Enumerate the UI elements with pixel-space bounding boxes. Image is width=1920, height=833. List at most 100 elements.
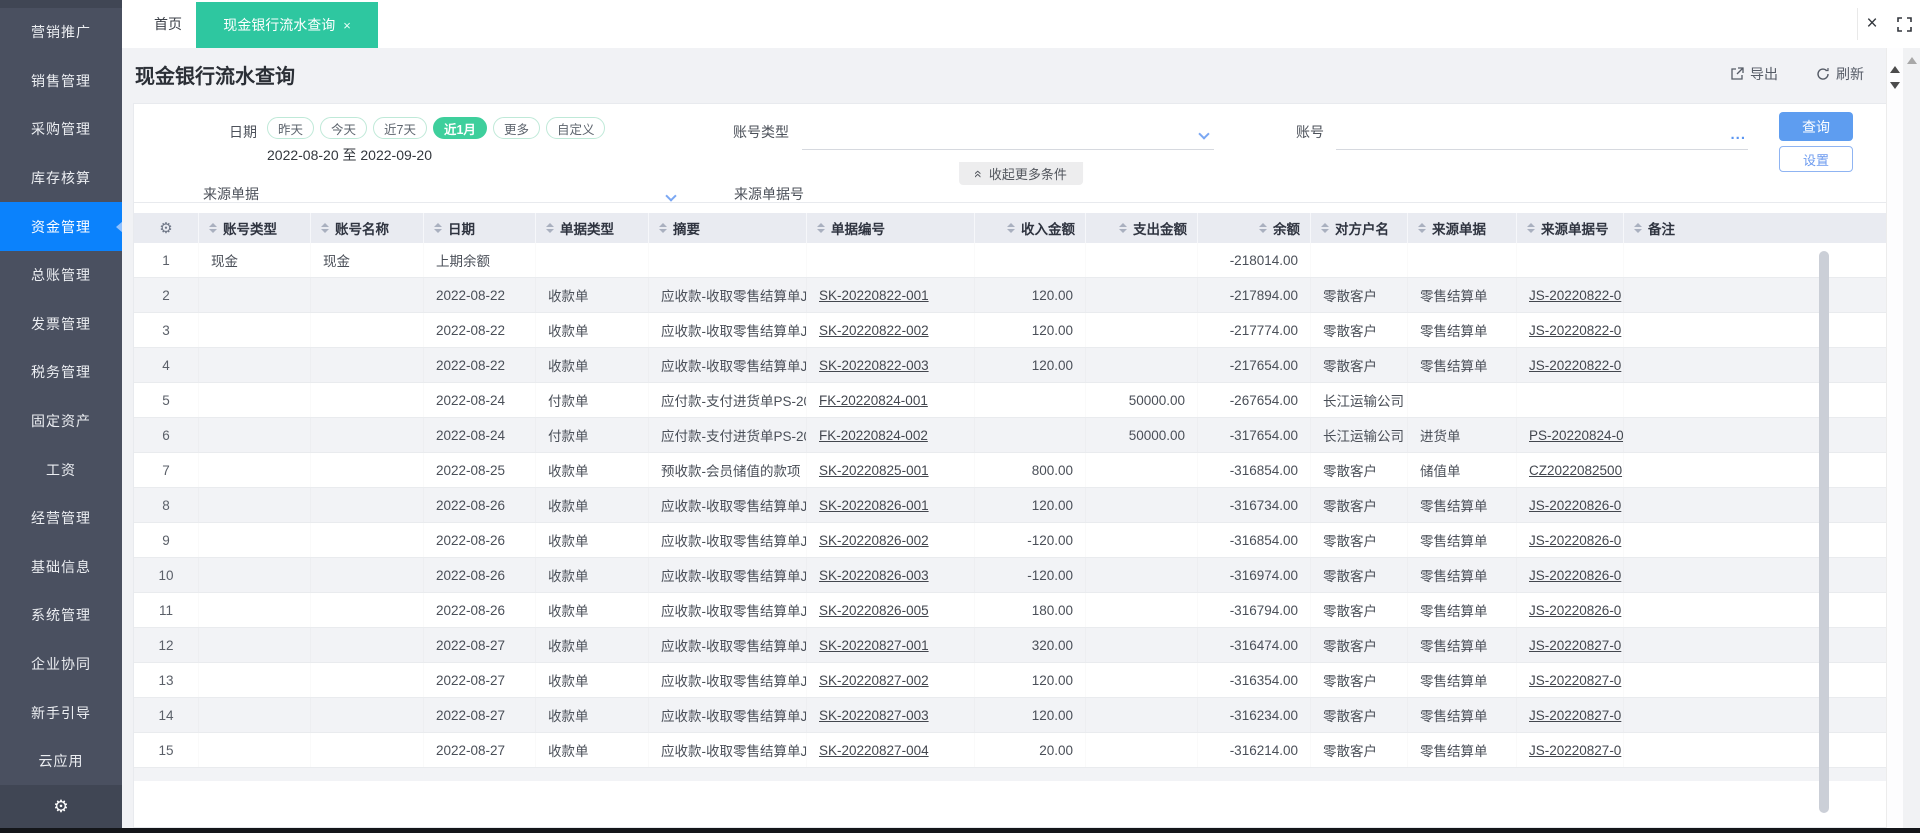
source-doc-no-link[interactable]: JS-20220826-0 — [1529, 603, 1621, 618]
date-filter-pill[interactable]: 昨天 — [267, 117, 315, 139]
sort-arrows-icon[interactable] — [434, 223, 442, 233]
column-header-source-doc[interactable]: 来源单据 — [1408, 213, 1517, 243]
source-doc-no-link[interactable]: PS-20220824-0 — [1529, 428, 1623, 443]
column-header-balance[interactable]: 余额 — [1198, 213, 1311, 243]
date-filter-pill[interactable]: 更多 — [492, 117, 540, 139]
source-doc-no-link[interactable]: JS-20220826-0 — [1529, 533, 1621, 548]
column-header-account-name[interactable]: 账号名称 — [311, 213, 424, 243]
sidebar-item-15[interactable]: 云应用 — [0, 737, 122, 785]
settings-button[interactable]: 设置 — [1779, 146, 1853, 172]
sidebar-item-9[interactable]: 工资 — [0, 445, 122, 494]
doc-no-link[interactable]: SK-20220822-003 — [819, 358, 929, 373]
account-input[interactable]: ... — [1336, 124, 1748, 150]
sidebar-item-10[interactable]: 经营管理 — [0, 494, 122, 543]
doc-no-link[interactable]: SK-20220827-004 — [819, 743, 929, 758]
doc-no-link[interactable]: SK-20220822-001 — [819, 288, 929, 303]
sort-arrows-icon[interactable] — [1321, 223, 1329, 233]
sidebar-item-3[interactable]: 库存核算 — [0, 154, 122, 203]
table-row[interactable]: 13 2022-08-27 收款单 应收款-收取零售结算单JS SK-20220827-… — [134, 663, 1908, 698]
column-header-counterparty[interactable]: 对方户名 — [1311, 213, 1408, 243]
source-doc-no-link[interactable]: CZ2022082500 — [1529, 463, 1622, 478]
sort-arrows-icon[interactable] — [1634, 223, 1642, 233]
date-filter-pill[interactable]: 近1月 — [432, 117, 487, 139]
tab-home[interactable]: 首页 — [140, 0, 196, 48]
sidebar-item-12[interactable]: 系统管理 — [0, 591, 122, 640]
sidebar-item-2[interactable]: 采购管理 — [0, 105, 122, 154]
column-header-doc-no[interactable]: 单据编号 — [807, 213, 975, 243]
fullscreen-icon[interactable] — [1891, 0, 1917, 48]
doc-no-link[interactable]: FK-20220824-002 — [819, 428, 928, 443]
query-button[interactable]: 查询 — [1779, 112, 1853, 141]
source-doc-no-link[interactable]: JS-20220826-0 — [1529, 568, 1621, 583]
table-row[interactable]: 14 2022-08-27 收款单 应收款-收取零售结算单JS SK-20220827-… — [134, 698, 1908, 733]
doc-no-link[interactable]: SK-20220827-003 — [819, 708, 929, 723]
source-doc-no-link[interactable]: JS-20220822-0 — [1529, 323, 1621, 338]
column-header-income-amount[interactable]: 收入金额 — [975, 213, 1086, 243]
column-header-date[interactable]: 日期 — [424, 213, 536, 243]
sort-arrows-icon[interactable] — [1259, 223, 1267, 233]
date-filter-pill[interactable]: 今天 — [320, 117, 368, 139]
table-row[interactable]: 3 2022-08-22 收款单 应收款-收取零售结算单JS SK-20220822-0… — [134, 313, 1908, 348]
sidebar-item-7[interactable]: 税务管理 — [0, 348, 122, 397]
outer-scrollbar[interactable] — [1903, 48, 1920, 828]
date-range-value[interactable]: 2022-08-20 至 2022-09-20 — [267, 145, 432, 165]
table-row[interactable]: 10 2022-08-26 收款单 应收款-收取零售结算单JS SK-20220826-… — [134, 558, 1908, 593]
table-row[interactable]: 5 2022-08-24 付款单 应付款-支付进货单PS-20. FK-20220824… — [134, 383, 1908, 418]
table-row[interactable]: 11 2022-08-26 收款单 应收款-收取零售结算单JS SK-20220826-… — [134, 593, 1908, 628]
doc-no-link[interactable]: SK-20220826-002 — [819, 533, 929, 548]
table-row[interactable]: 4 2022-08-22 收款单 应收款-收取零售结算单JS SK-20220822-0… — [134, 348, 1908, 383]
table-row[interactable]: 9 2022-08-26 收款单 应收款-收取零售结算单JS SK-20220826-0… — [134, 523, 1908, 558]
sort-arrows-icon[interactable] — [659, 223, 667, 233]
sidebar-item-4[interactable]: 资金管理 — [0, 202, 122, 251]
sort-arrows-icon[interactable] — [1119, 223, 1127, 233]
source-doc-no-link[interactable]: JS-20220826-0 — [1529, 498, 1621, 513]
source-doc-no-link[interactable]: JS-20220827-0 — [1529, 708, 1621, 723]
collapse-conditions-button[interactable]: « 收起更多条件 — [959, 162, 1083, 185]
date-filter-pill[interactable]: 近7天 — [373, 117, 427, 139]
doc-no-link[interactable]: SK-20220822-002 — [819, 323, 929, 338]
sort-arrows-icon[interactable] — [321, 223, 329, 233]
table-row[interactable]: 7 2022-08-25 收款单 预收款-会员储值的款项 SK-20220825-001… — [134, 453, 1908, 488]
sort-arrows-icon[interactable] — [1007, 223, 1015, 233]
sidebar-item-5[interactable]: 总账管理 — [0, 251, 122, 300]
source-doc-no-link[interactable]: JS-20220827-0 — [1529, 638, 1621, 653]
doc-no-link[interactable]: SK-20220826-003 — [819, 568, 929, 583]
table-row[interactable]: 1 现金 现金 上期余额 -218014.00 — [134, 243, 1908, 278]
inner-scrollbar[interactable] — [1886, 48, 1903, 828]
column-header-summary[interactable]: 摘要 — [649, 213, 807, 243]
table-scrollbar-thumb[interactable] — [1819, 251, 1829, 813]
export-button[interactable]: 导出 — [1730, 64, 1778, 84]
table-row[interactable]: 8 2022-08-26 收款单 应收款-收取零售结算单JS SK-20220826-0… — [134, 488, 1908, 523]
source-doc-no-link[interactable]: JS-20220827-0 — [1529, 743, 1621, 758]
scroll-up-icon[interactable] — [1890, 66, 1900, 73]
scroll-down-icon[interactable] — [1890, 82, 1900, 89]
column-header-doc-type[interactable]: 单据类型 — [536, 213, 649, 243]
doc-no-link[interactable]: SK-20220826-001 — [819, 498, 929, 513]
source-doc-no-link[interactable]: JS-20220827-0 — [1529, 673, 1621, 688]
tab-cash-bank-flow[interactable]: 现金银行流水查询 × — [196, 2, 378, 48]
window-close-icon[interactable]: × — [1859, 0, 1885, 48]
sort-arrows-icon[interactable] — [1418, 223, 1426, 233]
account-type-select[interactable] — [802, 124, 1214, 150]
sort-arrows-icon[interactable] — [1527, 223, 1535, 233]
refresh-button[interactable]: 刷新 — [1816, 64, 1864, 84]
table-settings-gear-icon[interactable]: ⚙ — [134, 213, 199, 243]
source-doc-no-link[interactable]: JS-20220822-0 — [1529, 288, 1621, 303]
column-header-expense-amount[interactable]: 支出金额 — [1086, 213, 1198, 243]
sort-arrows-icon[interactable] — [546, 223, 554, 233]
column-header-remark[interactable]: 备注 — [1624, 213, 1908, 243]
sidebar-item-14[interactable]: 新手引导 — [0, 688, 122, 737]
doc-no-link[interactable]: SK-20220827-002 — [819, 673, 929, 688]
sort-arrows-icon[interactable] — [817, 223, 825, 233]
doc-no-link[interactable]: SK-20220825-001 — [819, 463, 929, 478]
table-row[interactable]: 2 2022-08-22 收款单 应收款-收取零售结算单JS SK-20220822-0… — [134, 278, 1908, 313]
column-header-source-doc-no[interactable]: 来源单据号 — [1517, 213, 1624, 243]
table-row[interactable]: 6 2022-08-24 付款单 应付款-支付进货单PS-20. FK-20220824… — [134, 418, 1908, 453]
date-filter-pill[interactable]: 自定义 — [545, 117, 606, 139]
source-doc-no-link[interactable]: JS-20220822-0 — [1529, 358, 1621, 373]
sidebar-item-8[interactable]: 固定资产 — [0, 397, 122, 446]
table-row[interactable]: 15 2022-08-27 收款单 应收款-收取零售结算单JS SK-20220827-… — [134, 733, 1908, 768]
sidebar-item-13[interactable]: 企业协同 — [0, 640, 122, 689]
doc-no-link[interactable]: FK-20220824-001 — [819, 393, 928, 408]
sort-arrows-icon[interactable] — [209, 223, 217, 233]
